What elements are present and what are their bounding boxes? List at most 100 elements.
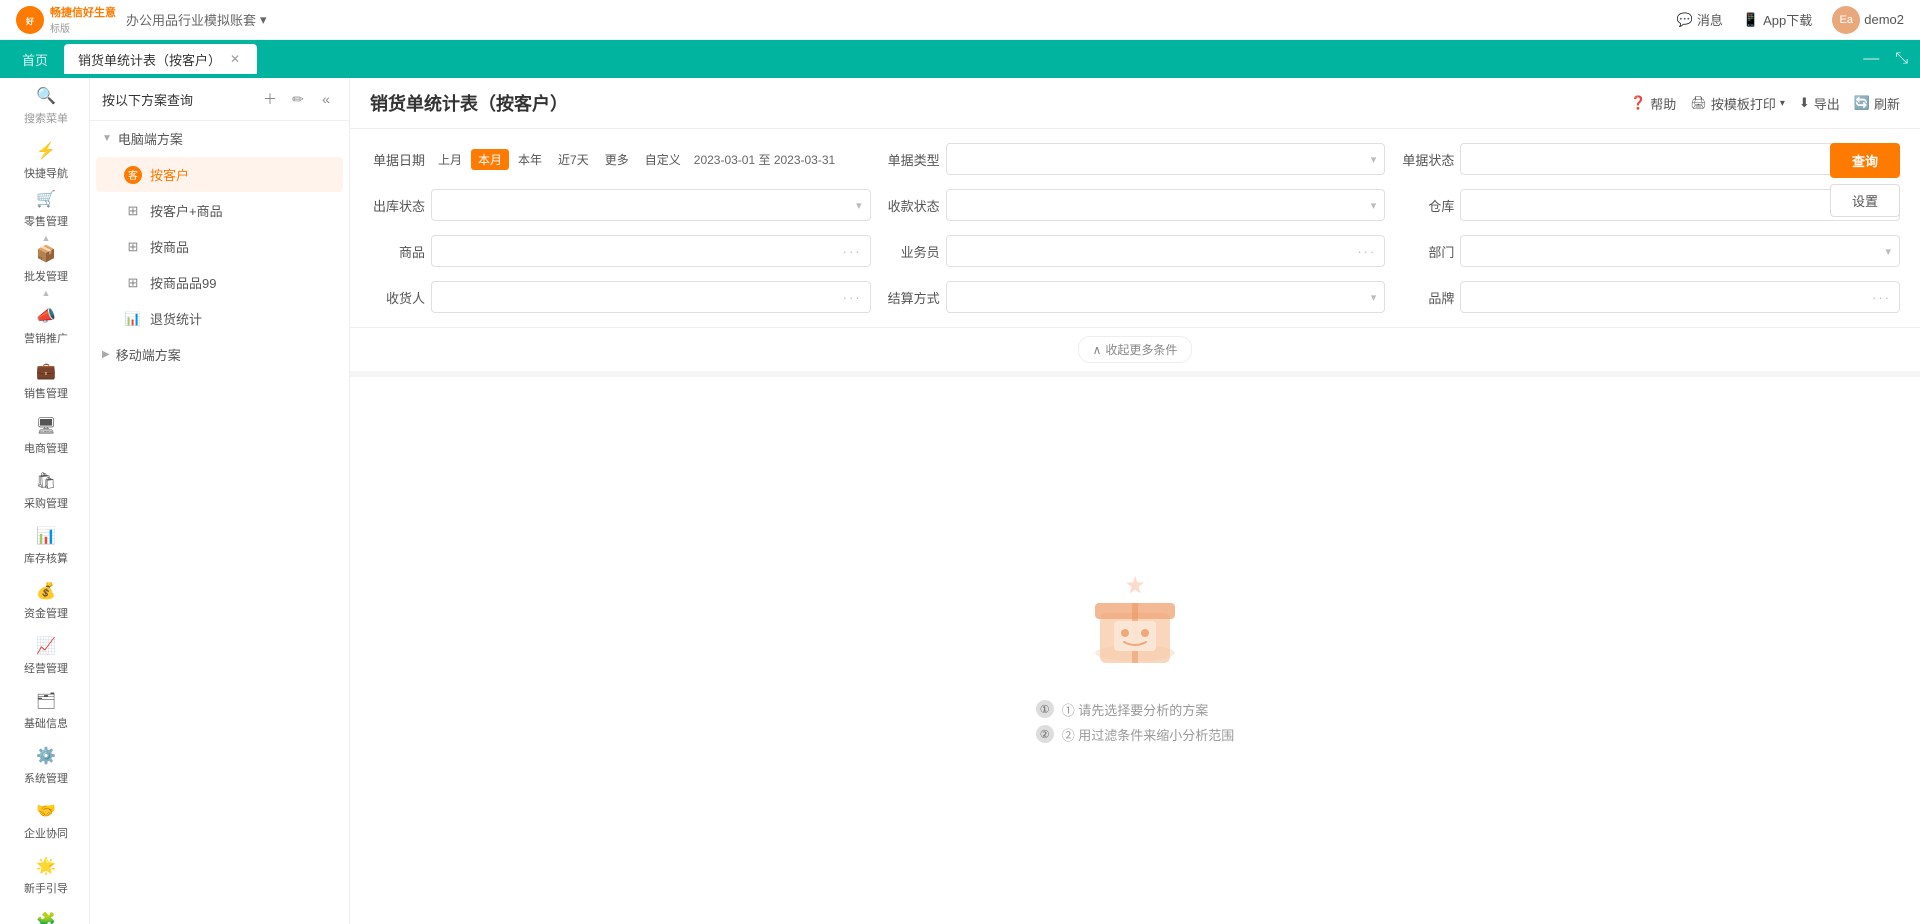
sidebar-operations-label: 经营管理 xyxy=(24,660,68,676)
sidebar-sales-label: 销售管理 xyxy=(24,385,68,401)
scheme-item-by-customer[interactable]: 客 按客户 xyxy=(96,157,343,192)
settlement-input[interactable]: ▾ xyxy=(946,281,1386,313)
sidebar-item-finance[interactable]: 💰 资金管理 xyxy=(0,573,89,628)
system-icon: ⚙️ xyxy=(36,746,56,766)
search-icon: 🔍 xyxy=(36,86,56,106)
department-label: 部门 xyxy=(1399,242,1454,261)
page-header-actions: ❓ 帮助 🖨 按模板打印 ▾ ⬇ 导出 🔄 刷新 xyxy=(1630,94,1900,125)
sidebar-item-search[interactable]: 🔍 搜索菜单 xyxy=(0,78,89,133)
department-input[interactable]: ▾ xyxy=(1460,235,1900,267)
brand-dots-icon: ··· xyxy=(1872,290,1891,305)
sidebar-basic-label: 基础信息 xyxy=(24,715,68,731)
sidebar-item-wholesale[interactable]: 📦 批发管理 ▲ xyxy=(0,243,89,298)
sidebar-ecommerce-label: 电商管理 xyxy=(24,440,68,456)
sidebar-enterprise-label: 企业协同 xyxy=(24,825,68,841)
quicknav-icon: ⚡ xyxy=(36,141,56,161)
marketing-icon: 📣 xyxy=(36,306,56,326)
sidebar-item-ecommerce[interactable]: 🖥 电商管理 xyxy=(0,408,89,463)
sidebar-item-operations[interactable]: 📈 经营管理 xyxy=(0,628,89,683)
close-icon[interactable]: ✕ xyxy=(227,51,243,67)
query-button[interactable]: 查询 xyxy=(1830,143,1900,178)
product-input[interactable]: ··· xyxy=(431,235,871,267)
empty-steps: ① ① 请先选择要分析的方案 ② ② 用过滤条件来缩小分析范围 xyxy=(1036,700,1235,744)
scheme-item-by-product-99[interactable]: ⊞ 按商品品99 xyxy=(96,265,343,300)
product-label: 商品 xyxy=(370,242,425,261)
purchase-icon: 🛍 xyxy=(36,471,56,491)
date-tab-7days[interactable]: 近7天 xyxy=(551,149,596,170)
scheme-item-by-product[interactable]: ⊞ 按商品 xyxy=(96,229,343,264)
sidebar-wholesale-label: 批发管理 xyxy=(24,268,68,284)
app-download-button[interactable]: 📱 App下载 xyxy=(1743,10,1812,29)
settings-button[interactable]: 设置 xyxy=(1830,184,1900,217)
sidebar-item-sales[interactable]: 💼 销售管理 xyxy=(0,353,89,408)
date-range-value: 2023-03-01 至 2023-03-31 xyxy=(694,151,835,168)
sidebar-item-marketing[interactable]: 📣 营销推广 xyxy=(0,298,89,353)
sidebar-item-quicknav[interactable]: ⚡ 快捷导航 xyxy=(0,133,89,188)
scheme-desktop-group-label: 电脑端方案 xyxy=(118,129,183,148)
app-selector-label: 办公用品行业模拟账套 xyxy=(126,10,256,29)
sidebar-item-system[interactable]: ⚙️ 系统管理 xyxy=(0,738,89,793)
scheme-desktop-group-title[interactable]: ▼ 电脑端方案 xyxy=(90,121,349,156)
message-button[interactable]: 💬 消息 xyxy=(1677,10,1723,29)
page-title: 销货单统计表（按客户） xyxy=(370,90,568,128)
date-tab-this-year[interactable]: 本年 xyxy=(511,149,549,170)
tab-collapse-icon[interactable]: — xyxy=(1859,46,1883,72)
empty-hint-1: ① 请先选择要分析的方案 xyxy=(1062,700,1209,719)
sidebar-item-appcenter[interactable]: 🧩 应用中心 xyxy=(0,903,89,924)
scheme-return-stats-label: 退货统计 xyxy=(150,309,202,328)
tab-sales-report[interactable]: 销货单统计表（按客户） ✕ xyxy=(64,44,257,74)
brand-input[interactable]: ··· xyxy=(1460,281,1900,313)
scheme-item-return-stats[interactable]: 📊 退货统计 xyxy=(96,301,343,336)
receivestatus-dropdown-icon: ▾ xyxy=(1371,199,1377,212)
scheme-mobile-group-title[interactable]: ▶ 移动端方案 xyxy=(90,337,349,372)
salesperson-input[interactable]: ··· xyxy=(946,235,1386,267)
tab-home[interactable]: 首页 xyxy=(8,44,62,74)
refresh-button[interactable]: 🔄 刷新 xyxy=(1854,94,1900,113)
empty-step-1: ① ① 请先选择要分析的方案 xyxy=(1036,700,1235,719)
sidebar-item-retail[interactable]: 🛒 零售管理 ▲ xyxy=(0,188,89,243)
svg-text:好: 好 xyxy=(25,16,34,26)
enterprise-icon: 🤝 xyxy=(36,801,56,821)
scheme-panel: 按以下方案查询 ＋ ✏ « ▼ 电脑端方案 客 按客户 ⊞ xyxy=(90,78,350,924)
scheme-collapse-button[interactable]: « xyxy=(315,88,337,110)
user-menu[interactable]: Ea demo2 xyxy=(1832,6,1904,34)
sidebar-item-basic[interactable]: 🗂 基础信息 xyxy=(0,683,89,738)
app-download-label: App下载 xyxy=(1763,10,1812,29)
content-area: 按以下方案查询 ＋ ✏ « ▼ 电脑端方案 客 按客户 ⊞ xyxy=(90,78,1920,924)
doctype-input[interactable]: ▾ xyxy=(946,143,1386,175)
filter-outstatus-field: 出库状态 ▾ xyxy=(370,189,871,221)
outstatus-input[interactable]: ▾ xyxy=(431,189,871,221)
scheme-mobile-group: ▶ 移动端方案 xyxy=(90,337,349,372)
filter-settlement-field: 结算方式 ▾ xyxy=(885,281,1386,313)
date-tab-custom[interactable]: 自定义 xyxy=(638,149,688,170)
scheme-customer-product-label: 按客户+商品 xyxy=(150,201,223,220)
consignee-input[interactable]: ··· xyxy=(431,281,871,313)
sidebar-item-newbie[interactable]: 🌟 新手引导 xyxy=(0,848,89,903)
scheme-add-button[interactable]: ＋ xyxy=(259,88,281,110)
export-icon: ⬇ xyxy=(1799,95,1810,111)
tab-expand-icon[interactable]: ⤡ xyxy=(1891,46,1912,72)
help-button[interactable]: ❓ 帮助 xyxy=(1630,94,1676,113)
brand-label: 品牌 xyxy=(1399,288,1454,307)
scheme-edit-button[interactable]: ✏ xyxy=(287,88,309,110)
customer-product-icon: ⊞ xyxy=(124,202,142,220)
date-tab-more[interactable]: 更多 xyxy=(598,149,636,170)
main-layout: 🔍 搜索菜单 ⚡ 快捷导航 🛒 零售管理 ▲ 📦 批发管理 ▲ 📣 营销推广 💼… xyxy=(0,78,1920,924)
logo-icon: 好 xyxy=(16,6,44,34)
sidebar-item-inventory[interactable]: 📊 库存核算 xyxy=(0,518,89,573)
export-button[interactable]: ⬇ 导出 xyxy=(1799,94,1840,113)
chevron-up-icon: ∧ xyxy=(1093,343,1102,357)
collapse-button[interactable]: ∧ 收起更多条件 xyxy=(1078,336,1193,363)
scheme-item-customer-product[interactable]: ⊞ 按客户+商品 xyxy=(96,193,343,228)
date-tab-this-month[interactable]: 本月 xyxy=(471,149,509,170)
sidebar-marketing-label: 营销推广 xyxy=(24,330,68,346)
scheme-desktop-group: ▼ 电脑端方案 客 按客户 ⊞ 按客户+商品 ⊞ 按商品 ⊞ 按商品品99 xyxy=(90,121,349,337)
receivestatus-input[interactable]: ▾ xyxy=(946,189,1386,221)
template-print-button[interactable]: 🖨 按模板打印 ▾ xyxy=(1690,94,1785,113)
sidebar-item-purchase[interactable]: 🛍 采购管理 xyxy=(0,463,89,518)
sidebar-item-enterprise[interactable]: 🤝 企业协同 xyxy=(0,793,89,848)
date-tab-last-month[interactable]: 上月 xyxy=(431,149,469,170)
top-header-left: 好 畅捷信好生意 标版 办公用品行业模拟账套 ▾ xyxy=(16,4,267,35)
filter-row-2: 出库状态 ▾ 收款状态 ▾ 仓库 xyxy=(370,189,1900,221)
app-selector[interactable]: 办公用品行业模拟账套 ▾ xyxy=(126,10,267,29)
